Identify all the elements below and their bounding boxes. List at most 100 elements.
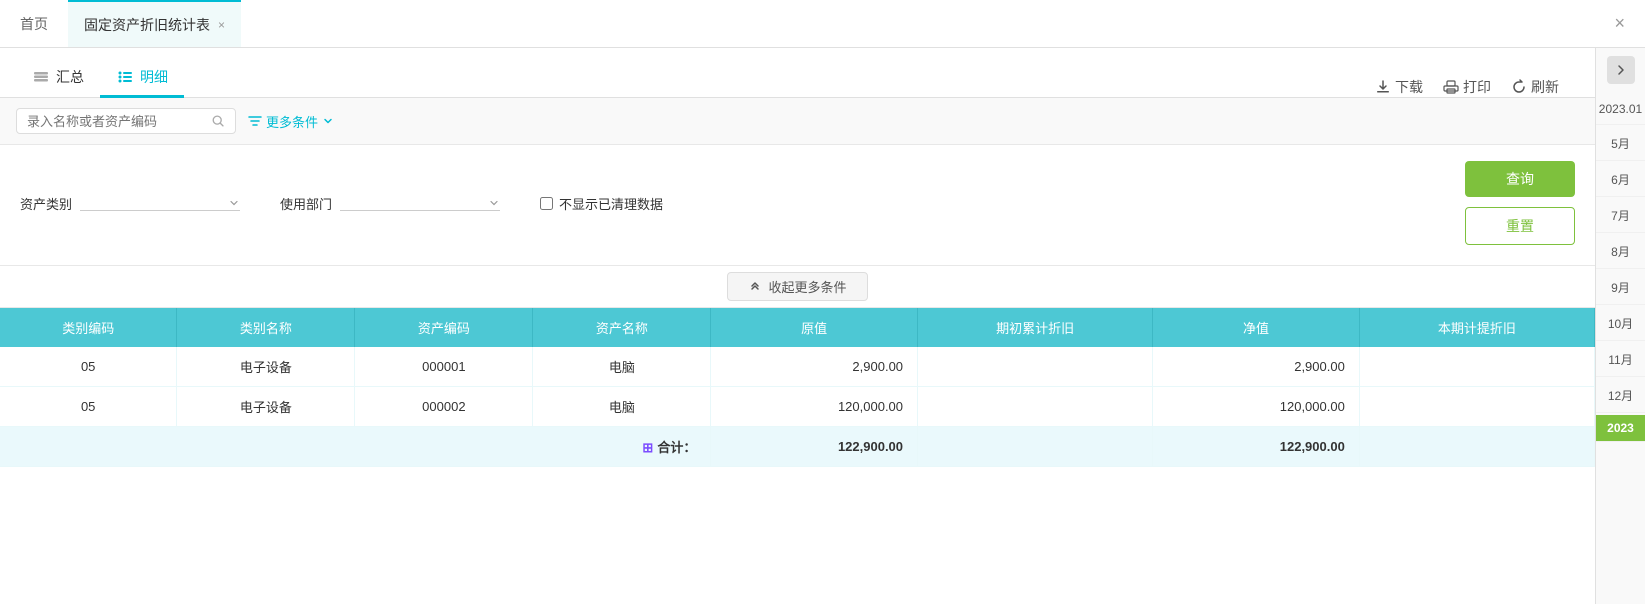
cell-accum-dep (918, 387, 1153, 427)
list-icon (116, 68, 134, 86)
sidebar-month-5[interactable]: 5月 (1596, 127, 1645, 161)
reset-button[interactable]: 重置 (1465, 207, 1575, 245)
table-wrap: 类别编码 类别名称 资产编码 资产名称 原值 期初累计折旧 净值 本期计提折旧 … (0, 308, 1595, 604)
chevron-down-icon (322, 115, 334, 127)
col-asset-name: 资产名称 (533, 308, 711, 347)
chevron-down-small-icon (228, 197, 240, 209)
total-accum-dep (918, 427, 1153, 467)
print-label: 打印 (1463, 77, 1491, 97)
table-header-row: 类别编码 类别名称 资产编码 资产名称 原值 期初累计折旧 净值 本期计提折旧 (0, 308, 1595, 347)
col-original-value: 原值 (711, 308, 918, 347)
query-button[interactable]: 查询 (1465, 161, 1575, 197)
filter-row: 资产类别 使用部门 (20, 161, 1575, 245)
cell-original-value: 2,900.00 (711, 347, 918, 387)
col-category-name: 类别名称 (177, 308, 355, 347)
filter-panel: 资产类别 使用部门 (0, 145, 1595, 266)
refresh-label: 刷新 (1531, 77, 1559, 97)
sidebar-month-12[interactable]: 12月 (1596, 379, 1645, 413)
top-nav: 首页 固定资产折旧统计表 × × (0, 0, 1645, 48)
collapse-label: 收起更多条件 (768, 277, 846, 296)
sidebar-month-9[interactable]: 9月 (1596, 271, 1645, 305)
tab-detail-label: 明细 (140, 67, 168, 87)
print-icon (1443, 79, 1459, 95)
tab-title: 固定资产折旧统计表 (84, 15, 210, 35)
col-category-code: 类别编码 (0, 308, 177, 347)
download-label: 下载 (1395, 77, 1423, 97)
total-net-value: 122,900.00 (1153, 427, 1360, 467)
cell-net-value: 2,900.00 (1153, 347, 1360, 387)
department-select-wrap[interactable] (340, 195, 500, 211)
department-label: 使用部门 (280, 194, 332, 213)
cell-current-period (1359, 387, 1594, 427)
hide-cleared-checkbox[interactable] (540, 197, 553, 210)
col-accumulated-depreciation: 期初累计折旧 (918, 308, 1153, 347)
cell-cat-code: 05 (0, 347, 177, 387)
collapse-bar: 收起更多条件 (0, 266, 1595, 308)
download-icon (1375, 79, 1391, 95)
refresh-button[interactable]: 刷新 (1511, 77, 1559, 97)
col-asset-code: 资产编码 (355, 308, 533, 347)
tab-summary[interactable]: 汇总 (16, 59, 100, 98)
department-filter: 使用部门 (280, 194, 500, 213)
print-button[interactable]: 打印 (1443, 77, 1491, 97)
cell-original-value: 120,000.00 (711, 387, 918, 427)
layers-icon (32, 68, 50, 86)
sidebar-date: 2023.01 (1596, 94, 1645, 125)
chevron-right-icon (1614, 63, 1628, 77)
sidebar-month-8[interactable]: 8月 (1596, 235, 1645, 269)
search-input[interactable] (27, 114, 203, 129)
cell-asset-name: 电脑 (533, 387, 711, 427)
cell-asset-code: 000002 (355, 387, 533, 427)
content-area: 汇总 明细 (0, 48, 1645, 604)
sidebar-month-6[interactable]: 6月 (1596, 163, 1645, 197)
nav-tab-active[interactable]: 固定资产折旧统计表 × (68, 0, 241, 47)
department-select[interactable] (340, 195, 484, 210)
filter-buttons: 查询 重置 (1465, 161, 1575, 245)
nav-home[interactable]: 首页 (0, 0, 68, 47)
cell-accum-dep (918, 347, 1153, 387)
search-bar: 更多条件 (0, 98, 1595, 145)
table-row: 05 电子设备 000002 电脑 120,000.00 120,000.00 (0, 387, 1595, 427)
asset-category-label: 资产类别 (20, 194, 72, 213)
asset-category-filter: 资产类别 (20, 194, 240, 213)
refresh-icon (1511, 79, 1527, 95)
chevron-up-icon (748, 280, 762, 294)
more-conditions-button[interactable]: 更多条件 (248, 112, 334, 131)
tab-close-icon[interactable]: × (218, 18, 225, 32)
total-original-value: 122,900.00 (711, 427, 918, 467)
tab-detail[interactable]: 明细 (100, 59, 184, 98)
window-close-button[interactable]: × (1594, 13, 1645, 34)
sidebar-expand-button[interactable] (1607, 56, 1635, 84)
sidebar-month-10[interactable]: 10月 (1596, 307, 1645, 341)
cell-current-period (1359, 347, 1594, 387)
cell-cat-name: 电子设备 (177, 347, 355, 387)
more-conditions-label: 更多条件 (266, 112, 318, 131)
total-label: ⊞合计： (0, 427, 711, 467)
asset-category-select-wrap[interactable] (80, 195, 240, 211)
data-table: 类别编码 类别名称 资产编码 资产名称 原值 期初累计折旧 净值 本期计提折旧 … (0, 308, 1595, 467)
toolbar-actions: 下载 打印 刷新 (1375, 77, 1579, 97)
total-current-period (1359, 427, 1594, 467)
cell-cat-name: 电子设备 (177, 387, 355, 427)
cell-cat-code: 05 (0, 387, 177, 427)
collapse-button[interactable]: 收起更多条件 (727, 272, 867, 301)
cell-asset-code: 000001 (355, 347, 533, 387)
main-panel: 汇总 明细 (0, 48, 1595, 604)
hide-cleared-label: 不显示已清理数据 (559, 194, 663, 213)
search-input-wrap[interactable] (16, 108, 236, 134)
asset-category-select[interactable] (80, 195, 224, 210)
sidebar-month-11[interactable]: 11月 (1596, 343, 1645, 377)
download-button[interactable]: 下载 (1375, 77, 1423, 97)
total-icon: ⊞ (642, 440, 653, 455)
table-total-row: ⊞合计： 122,900.00 122,900.00 (0, 427, 1595, 467)
cell-asset-name: 电脑 (533, 347, 711, 387)
sub-tabs-bar: 汇总 明细 (0, 48, 1595, 98)
tab-summary-label: 汇总 (56, 67, 84, 87)
col-current-period: 本期计提折旧 (1359, 308, 1594, 347)
sidebar-month-7[interactable]: 7月 (1596, 199, 1645, 233)
hide-cleared-checkbox-item: 不显示已清理数据 (540, 194, 663, 213)
right-sidebar: 2023.01 5月 6月 7月 8月 9月 10月 11月 12月 2023 (1595, 48, 1645, 604)
cell-net-value: 120,000.00 (1153, 387, 1360, 427)
search-icon (211, 113, 225, 129)
sidebar-year-badge[interactable]: 2023 (1596, 415, 1645, 442)
